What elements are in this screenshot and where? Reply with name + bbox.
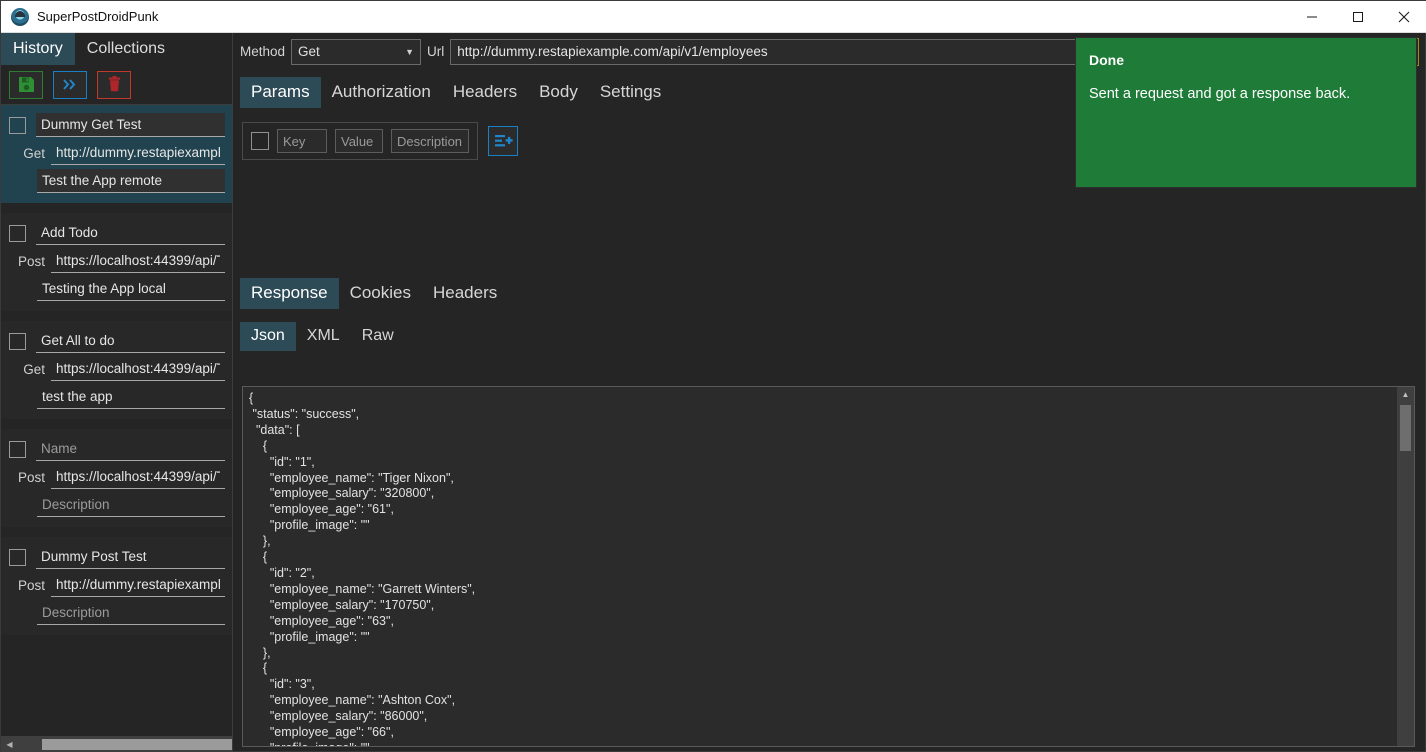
tab-raw[interactable]: Raw bbox=[351, 322, 405, 351]
param-enabled-checkbox[interactable] bbox=[251, 132, 269, 150]
tab-json[interactable]: Json bbox=[240, 322, 296, 351]
url-label: Url bbox=[427, 44, 445, 59]
save-button[interactable] bbox=[9, 70, 43, 99]
sidebar-toolbar bbox=[1, 65, 232, 105]
history-item-name[interactable] bbox=[36, 437, 225, 461]
sidebar-tab-history[interactable]: History bbox=[1, 33, 75, 65]
tab-response[interactable]: Response bbox=[240, 278, 339, 309]
param-value-input[interactable] bbox=[335, 129, 383, 153]
response-body-viewer[interactable]: { "status": "success", "data": [ { "id":… bbox=[242, 386, 1415, 747]
tab-response-headers[interactable]: Headers bbox=[422, 278, 508, 309]
scroll-up-icon[interactable]: ▲ bbox=[1397, 387, 1414, 402]
tab-authorization[interactable]: Authorization bbox=[321, 77, 442, 108]
close-button[interactable] bbox=[1381, 1, 1426, 33]
title-bar: SuperPostDroidPunk bbox=[1, 1, 1426, 33]
format-tabs: Json XML Raw bbox=[234, 315, 1425, 351]
history-item-url[interactable] bbox=[51, 249, 225, 273]
scroll-thumb[interactable] bbox=[1400, 405, 1411, 451]
method-selected-value: Get bbox=[298, 44, 320, 59]
history-item-name[interactable] bbox=[36, 545, 225, 569]
history-item-name[interactable] bbox=[36, 221, 225, 245]
minimize-button[interactable] bbox=[1289, 1, 1335, 33]
history-item-checkbox[interactable] bbox=[9, 224, 26, 242]
history-item[interactable]: Get bbox=[1, 105, 232, 203]
history-item-checkbox[interactable] bbox=[9, 116, 26, 134]
expand-all-button[interactable] bbox=[53, 70, 87, 99]
history-item-method: Get bbox=[23, 145, 45, 161]
history-list[interactable]: Get Post bbox=[1, 105, 232, 736]
history-item[interactable]: Post bbox=[1, 213, 232, 311]
history-item-method: Post bbox=[17, 577, 45, 593]
history-item-name[interactable] bbox=[36, 113, 225, 137]
param-key-input[interactable] bbox=[277, 129, 327, 153]
window-controls bbox=[1289, 1, 1426, 33]
scroll-left-icon[interactable]: ◀ bbox=[1, 736, 18, 752]
history-item-url[interactable] bbox=[51, 573, 225, 597]
history-item-description[interactable] bbox=[37, 601, 225, 625]
history-item[interactable]: Post bbox=[1, 429, 232, 527]
history-item-description[interactable] bbox=[37, 169, 225, 193]
response-tabs: Response Cookies Headers bbox=[234, 273, 1425, 309]
history-item-url[interactable] bbox=[51, 141, 225, 165]
history-item-method: Post bbox=[17, 469, 45, 485]
add-param-button[interactable] bbox=[488, 126, 518, 156]
history-item-name[interactable] bbox=[36, 329, 225, 353]
tab-xml[interactable]: XML bbox=[296, 322, 351, 351]
sidebar-tabs: History Collections bbox=[1, 33, 232, 65]
method-select[interactable]: Get ▼ bbox=[291, 38, 422, 65]
history-item[interactable]: Get bbox=[1, 321, 232, 419]
param-row bbox=[242, 122, 478, 160]
param-description-input[interactable] bbox=[391, 129, 469, 153]
window-title: SuperPostDroidPunk bbox=[37, 9, 159, 24]
response-body-text: { "status": "success", "data": [ { "id":… bbox=[249, 391, 476, 746]
notification-toast[interactable]: Done Sent a request and got a response b… bbox=[1075, 37, 1417, 188]
history-item-description[interactable] bbox=[37, 385, 225, 409]
history-item-description[interactable] bbox=[37, 277, 225, 301]
history-item-method: Get bbox=[23, 361, 45, 377]
application-window: SuperPostDroidPunk History Collections D… bbox=[0, 0, 1426, 752]
history-item[interactable]: Post bbox=[1, 537, 232, 635]
scroll-thumb[interactable] bbox=[42, 739, 232, 750]
history-item-checkbox[interactable] bbox=[9, 440, 26, 458]
response-section: Response Cookies Headers Json XML Raw { … bbox=[234, 273, 1425, 751]
sidebar-horizontal-scrollbar[interactable]: ◀ ▶ bbox=[1, 736, 232, 752]
notification-message: Sent a request and got a response back. bbox=[1089, 86, 1351, 102]
chevron-down-icon: ▼ bbox=[405, 46, 415, 57]
method-label: Method bbox=[240, 44, 286, 59]
sidebar: History Collections Dummy Get Test Get h… bbox=[1, 33, 233, 752]
tab-cookies[interactable]: Cookies bbox=[339, 278, 422, 309]
scroll-track[interactable] bbox=[18, 739, 232, 750]
history-item-description[interactable] bbox=[37, 493, 225, 517]
history-item-checkbox[interactable] bbox=[9, 332, 26, 350]
notification-title: Done bbox=[1089, 52, 1124, 68]
tab-settings[interactable]: Settings bbox=[589, 77, 672, 108]
sidebar-tab-collections[interactable]: Collections bbox=[75, 33, 177, 65]
delete-button[interactable] bbox=[97, 70, 131, 99]
history-item-url[interactable] bbox=[51, 465, 225, 489]
history-item-method: Post bbox=[17, 253, 45, 269]
app-avatar-icon bbox=[11, 7, 29, 26]
maximize-button[interactable] bbox=[1335, 1, 1381, 33]
history-item-checkbox[interactable] bbox=[9, 548, 26, 566]
history-item-url[interactable] bbox=[51, 357, 225, 381]
tab-params[interactable]: Params bbox=[240, 77, 321, 108]
tab-body[interactable]: Body bbox=[528, 77, 589, 108]
tab-headers[interactable]: Headers bbox=[442, 77, 528, 108]
response-vertical-scrollbar[interactable]: ▲ bbox=[1397, 387, 1414, 746]
